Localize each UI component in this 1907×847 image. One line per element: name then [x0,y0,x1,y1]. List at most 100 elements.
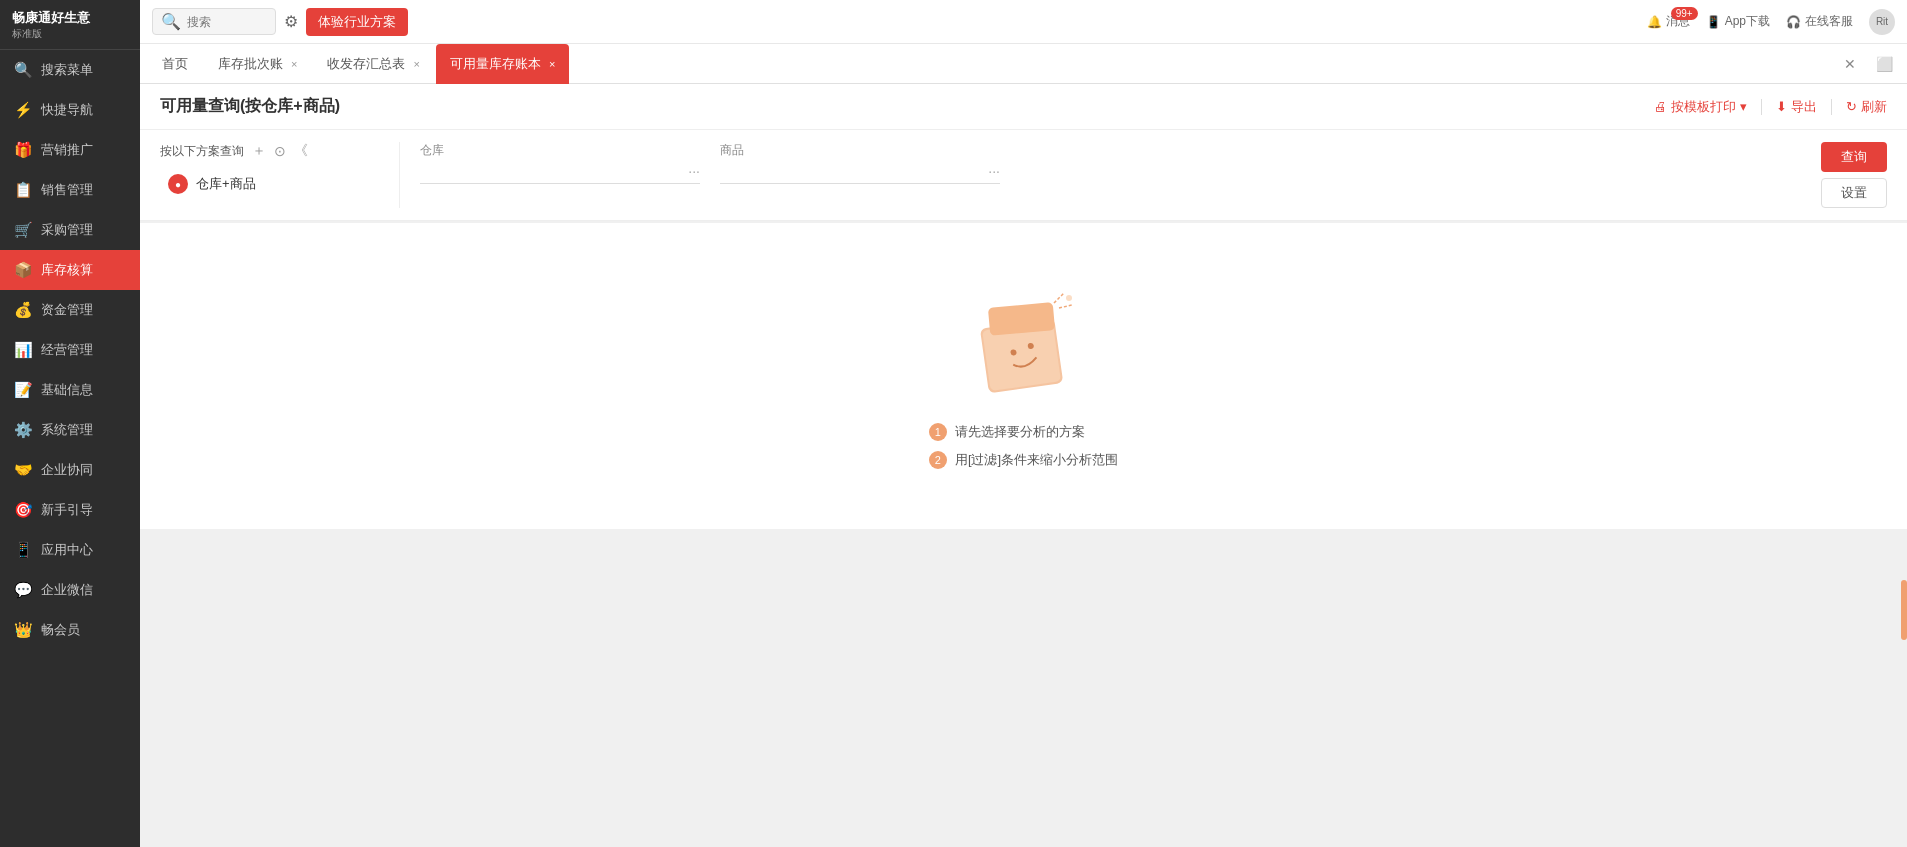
filter-settings-btn[interactable]: ⊙ [274,143,286,159]
sidebar-item-operation[interactable]: 📊经营管理 [0,330,140,370]
member-icon: 👑 [14,621,33,639]
page-actions: 🖨 按模板打印 ▾ ⬇ 导出 ↻ 刷新 [1654,98,1887,116]
divider2 [1831,99,1832,115]
page-content: 可用量查询(按仓库+商品) 🖨 按模板打印 ▾ ⬇ 导出 ↻ 刷新 [140,84,1907,847]
main-area: 🔍 ⚙ 体验行业方案 🔔 消息 99+ 📱 App下载 🎧 在线客服 Rit [140,0,1907,847]
query-btn[interactable]: 查询 [1821,142,1887,172]
online-service-btn[interactable]: 🎧 在线客服 [1786,13,1853,30]
export-btn[interactable]: ⬇ 导出 [1776,98,1817,116]
scheme-warehouse-product[interactable]: ● 仓库+商品 [160,168,383,200]
tab-label-batch-ledger: 库存批次账 [218,55,283,73]
enterprise-icon: 🤝 [14,461,33,479]
finance-icon: 💰 [14,301,33,319]
sidebar-label-apps: 应用中心 [41,541,93,559]
top-header: 🔍 ⚙ 体验行业方案 🔔 消息 99+ 📱 App下载 🎧 在线客服 Rit [140,0,1907,44]
avatar[interactable]: Rit [1869,9,1895,35]
sidebar-label-operation: 经营管理 [41,341,93,359]
right-scrollbar[interactable] [1901,580,1907,640]
sidebar-item-wechat[interactable]: 💬 企业微信 [0,570,140,610]
filter-panel: 按以下方案查询 ＋ ⊙ 《 ● 仓库+商品 仓库 ··· [140,130,1907,221]
print-chevron-icon: ▾ [1740,99,1747,114]
sidebar-item-inventory[interactable]: 📦库存核算 [0,250,140,290]
sidebar-item-shortcut[interactable]: ⚡快捷导航 [0,90,140,130]
shortcut-icon: ⚡ [14,101,33,119]
product-input[interactable] [720,164,984,179]
filter-collapse-btn[interactable]: 《 [294,142,308,160]
sidebar-item-marketing[interactable]: 🎁营销推广 [0,130,140,170]
bell-icon: 🔔 [1647,15,1662,29]
page-header: 可用量查询(按仓库+商品) 🖨 按模板打印 ▾ ⬇ 导出 ↻ 刷新 [140,84,1907,130]
svg-point-7 [1066,295,1072,301]
wechat-icon: 💬 [14,581,33,599]
sidebar-item-member[interactable]: 👑畅会员 [0,610,140,650]
filter-title-label: 按以下方案查询 [160,143,244,160]
settings-icon[interactable]: ⚙ [284,12,298,31]
tab-batch-ledger[interactable]: 库存批次账 × [204,44,311,84]
filter-right: 仓库 ··· 商品 ··· 查询 设置 [400,142,1887,208]
export-icon: ⬇ [1776,99,1787,114]
print-btn[interactable]: 🖨 按模板打印 ▾ [1654,98,1747,116]
sidebar-label-purchase: 采购管理 [41,221,93,239]
empty-hints: 1 请先选择要分析的方案 2 用[过滤]条件来缩小分析范围 [929,423,1118,469]
online-service-label: 在线客服 [1805,13,1853,30]
tab-close-available-ledger[interactable]: × [549,58,555,70]
sidebar-label-enterprise: 企业协同 [41,461,93,479]
close-window-btn[interactable]: ✕ [1838,54,1862,74]
sidebar: 畅康通好生意 标准版 🔍 搜索菜单 ⚡快捷导航🎁营销推广📋销售管理 🛒 采购管理 📦库存核… [0,0,140,847]
product-label: 商品 [720,142,1000,159]
sidebar-label-marketing: 营销推广 [41,141,93,159]
industry-btn[interactable]: 体验行业方案 [306,8,408,36]
sidebar-label-basic: 基础信息 [41,381,93,399]
logo-sub: 标准版 [12,27,128,41]
tab-close-batch-ledger[interactable]: × [291,58,297,70]
sidebar-label-wechat: 企业微信 [41,581,93,599]
sidebar-item-system[interactable]: ⚙️系统管理 [0,410,140,450]
sidebar-item-guide[interactable]: 🎯新手引导 [0,490,140,530]
warehouse-input[interactable] [420,164,684,179]
hint-item-2: 2 用[过滤]条件来缩小分析范围 [929,451,1118,469]
inventory-icon: 📦 [14,261,33,279]
refresh-label: 刷新 [1861,98,1887,116]
guide-icon: 🎯 [14,501,33,519]
settings-btn[interactable]: 设置 [1821,178,1887,208]
search-input[interactable] [187,15,267,29]
notifications-btn[interactable]: 🔔 消息 99+ [1647,13,1690,30]
warehouse-input-wrapper: ··· [420,163,700,184]
sidebar-item-finance[interactable]: 💰资金管理 [0,290,140,330]
hint-num-2: 2 [929,451,947,469]
sidebar-item-purchase[interactable]: 🛒 采购管理 [0,210,140,250]
search-icon: 🔍 [161,12,181,31]
tab-close-receipt-summary[interactable]: × [413,58,419,70]
filter-actions: 查询 设置 [1821,142,1887,208]
warehouse-more-btn[interactable]: ··· [688,163,700,179]
refresh-icon: ↻ [1846,99,1857,114]
hint-text-1: 请先选择要分析的方案 [955,423,1085,441]
app-download-label: App下载 [1725,13,1770,30]
app-download-btn[interactable]: 📱 App下载 [1706,13,1770,30]
sales-icon: 📋 [14,181,33,199]
tab-receipt-summary[interactable]: 收发存汇总表× [313,44,433,84]
sidebar-item-enterprise[interactable]: 🤝 企业协同 [0,450,140,490]
tab-home[interactable]: 首页 [148,44,202,84]
empty-state: 1 请先选择要分析的方案 2 用[过滤]条件来缩小分析范围 [140,223,1907,529]
logo-title: 畅康通好生意 [12,10,128,27]
tab-available-ledger[interactable]: 可用量库存账本× [436,44,569,84]
sidebar-item-apps[interactable]: 📱应用中心 [0,530,140,570]
sidebar-item-basic[interactable]: 📝基础信息 [0,370,140,410]
username-label: Rit [1876,16,1888,27]
scheme-label: 仓库+商品 [196,175,256,193]
refresh-btn[interactable]: ↻ 刷新 [1846,98,1887,116]
maximize-btn[interactable]: ⬜ [1870,54,1899,74]
sidebar-item-search[interactable]: 🔍 搜索菜单 [0,50,140,90]
sidebar-item-sales[interactable]: 📋销售管理 [0,170,140,210]
hint-num-1: 1 [929,423,947,441]
search-box[interactable]: 🔍 [152,8,276,35]
purchase-icon: 🛒 [14,221,33,239]
filter-add-btn[interactable]: ＋ [252,142,266,160]
search-icon: 🔍 [14,61,33,79]
warehouse-field: 仓库 ··· [420,142,700,184]
filter-left: 按以下方案查询 ＋ ⊙ 《 ● 仓库+商品 [160,142,400,208]
print-label: 按模板打印 [1671,98,1736,116]
product-more-btn[interactable]: ··· [988,163,1000,179]
sidebar-label-search: 搜索菜单 [41,61,93,79]
